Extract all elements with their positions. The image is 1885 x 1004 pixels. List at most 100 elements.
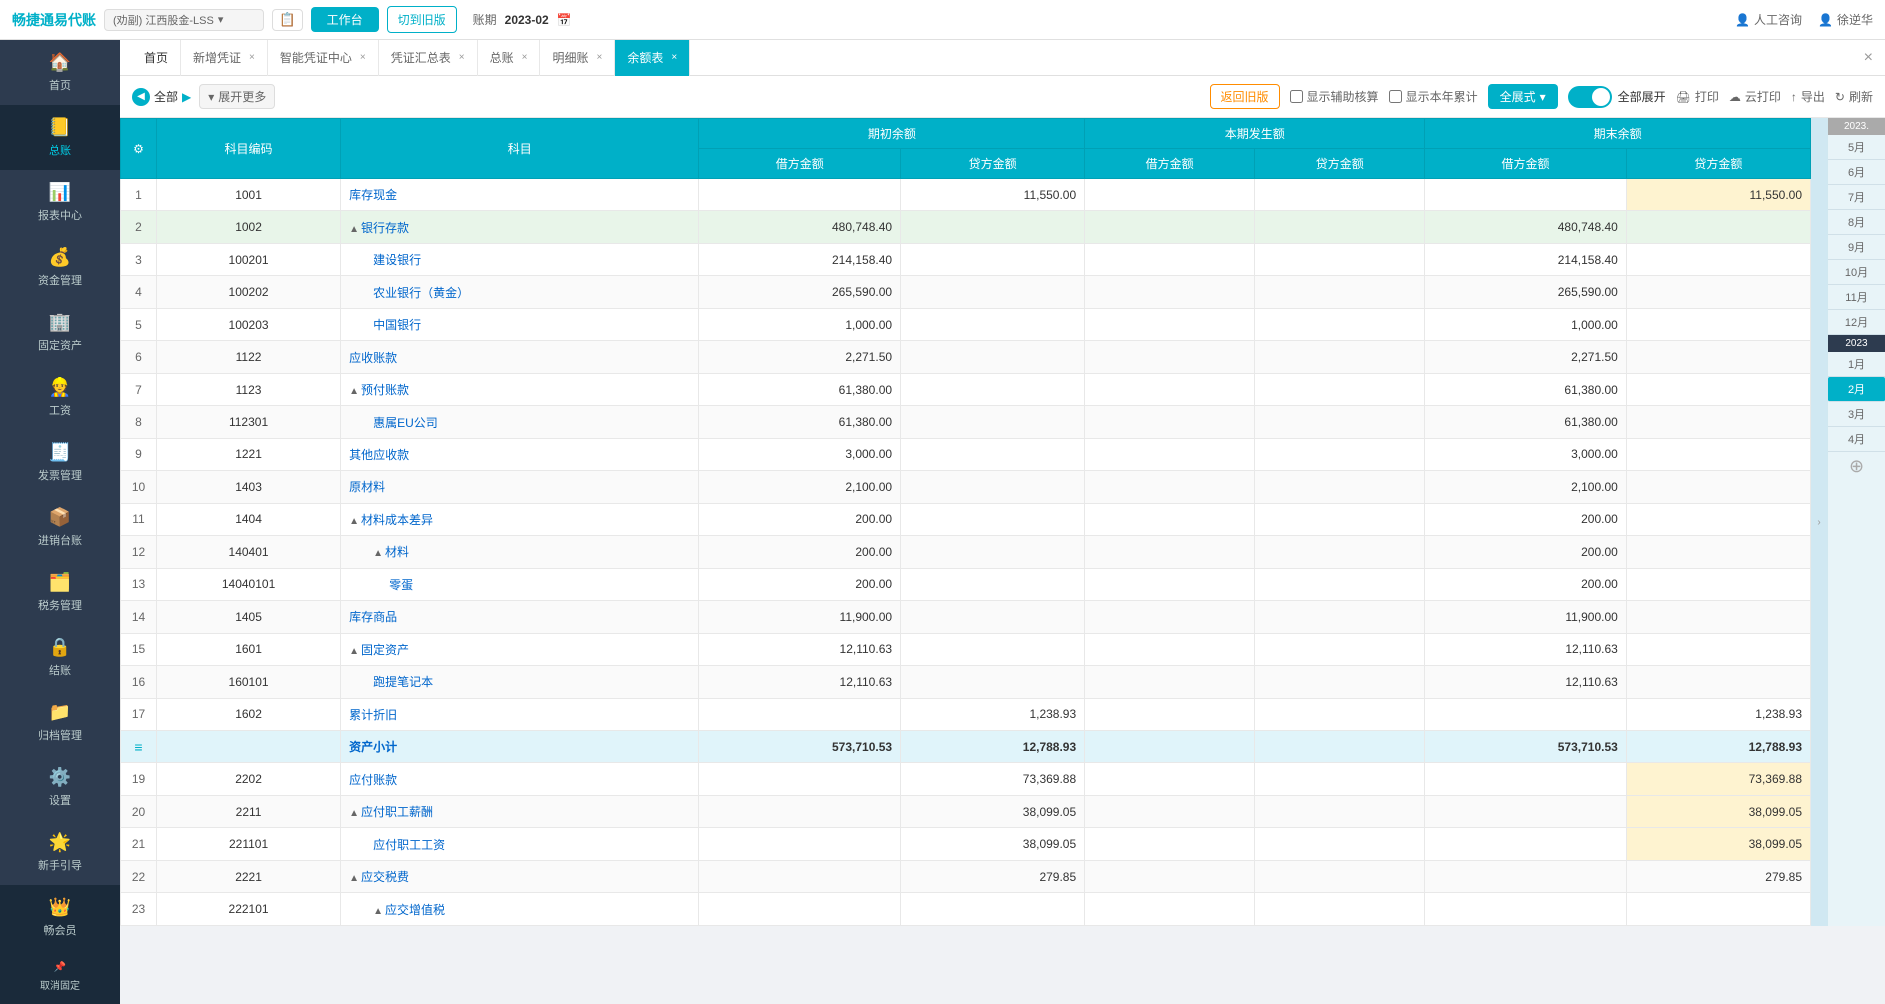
show-ytd-area: 显示本年累计 bbox=[1389, 88, 1478, 105]
row-name[interactable]: ▲应交税费 bbox=[341, 860, 699, 892]
tab-balance-sheet[interactable]: 余额表 × bbox=[615, 40, 690, 76]
month-2[interactable]: 2月 bbox=[1828, 377, 1885, 402]
row-opening-credit bbox=[901, 341, 1085, 373]
tab-close-voucher-summary[interactable]: × bbox=[459, 52, 465, 63]
row-name[interactable]: 应付账款 bbox=[341, 763, 699, 795]
row-opening-debit: 61,380.00 bbox=[699, 406, 901, 438]
refresh-button[interactable]: ↻ 刷新 bbox=[1835, 88, 1873, 105]
tab-add-voucher[interactable]: 新增凭证 × bbox=[181, 40, 268, 76]
copy-button[interactable]: 📋 bbox=[272, 9, 303, 31]
row-closing-debit: 12,110.63 bbox=[1425, 633, 1627, 665]
row-name[interactable]: 其他应收款 bbox=[341, 438, 699, 470]
sidebar-item-reports[interactable]: 📊 报表中心 bbox=[0, 170, 120, 235]
tab-home[interactable]: 首页 bbox=[132, 40, 181, 76]
main-close-button[interactable]: × bbox=[1864, 49, 1873, 67]
switch-version-button[interactable]: 切到旧版 bbox=[387, 6, 457, 33]
expand-all-toggle[interactable] bbox=[1568, 86, 1612, 108]
row-name[interactable]: ▲应付职工薪酬 bbox=[341, 795, 699, 827]
sidebar-item-guide[interactable]: 🌟 新手引导 bbox=[0, 820, 120, 885]
export-button[interactable]: ↑ 导出 bbox=[1791, 88, 1825, 105]
sidebar-item-purchase[interactable]: 📦 进销台账 bbox=[0, 495, 120, 560]
show-ytd-checkbox[interactable] bbox=[1389, 90, 1402, 103]
row-current-credit bbox=[1255, 536, 1425, 568]
row-opening-debit: 12,110.63 bbox=[699, 633, 901, 665]
sidebar-item-archive[interactable]: 📁 归档管理 bbox=[0, 690, 120, 755]
sidebar-item-home[interactable]: 🏠 首页 bbox=[0, 40, 120, 105]
row-opening-credit: 12,788.93 bbox=[901, 730, 1085, 762]
month-11[interactable]: 11月 bbox=[1828, 285, 1885, 310]
table-wrapper[interactable]: ⚙ 科目编码 科目 期初余额 本期发生额 期末余额 借方金额 贷方金额 借方金额… bbox=[120, 118, 1811, 926]
sidebar-item-settings[interactable]: ⚙️ 设置 bbox=[0, 755, 120, 820]
cloud-print-button[interactable]: ☁ 云打印 bbox=[1729, 88, 1781, 105]
sidebar-item-payroll[interactable]: 👷 工资 bbox=[0, 365, 120, 430]
row-code: 2211 bbox=[157, 795, 341, 827]
row-name[interactable]: ▲预付账款 bbox=[341, 373, 699, 405]
month-5[interactable]: 5月 bbox=[1828, 135, 1885, 160]
header-closing-debit: 借方金额 bbox=[1425, 149, 1627, 179]
company-selector[interactable]: (劝副) 江西股金-LSS ▾ bbox=[104, 9, 264, 31]
sidebar-item-funds[interactable]: 💰 资金管理 bbox=[0, 235, 120, 300]
month-10[interactable]: 10月 bbox=[1828, 260, 1885, 285]
full-mode-button[interactable]: 全展式 ▾ bbox=[1488, 84, 1558, 109]
row-name[interactable]: 库存商品 bbox=[341, 601, 699, 633]
month-9[interactable]: 9月 bbox=[1828, 235, 1885, 260]
expand-more-button[interactable]: ▾ 展开更多 bbox=[199, 84, 275, 109]
period-value: 2023-02 bbox=[505, 13, 549, 27]
sidebar-item-invoice[interactable]: 🧾 发票管理 bbox=[0, 430, 120, 495]
tab-close-detail-ledger[interactable]: × bbox=[596, 52, 602, 63]
add-period-button[interactable]: ⊕ bbox=[1828, 452, 1885, 481]
breadcrumb-icon: ◀ bbox=[132, 88, 150, 106]
sidebar-item-assets[interactable]: 🏢 固定资产 bbox=[0, 300, 120, 365]
show-auxiliary-checkbox[interactable] bbox=[1290, 90, 1303, 103]
month-1[interactable]: 1月 bbox=[1828, 352, 1885, 377]
tab-voucher-summary[interactable]: 凭证汇总表 × bbox=[379, 40, 478, 76]
row-name[interactable]: 原材料 bbox=[341, 471, 699, 503]
month-7[interactable]: 7月 bbox=[1828, 185, 1885, 210]
month-8[interactable]: 8月 bbox=[1828, 210, 1885, 235]
row-name[interactable]: ▲银行存款 bbox=[341, 211, 699, 243]
voucher-summary-label: 凭证汇总表 bbox=[391, 49, 451, 66]
tab-close-ledger[interactable]: × bbox=[522, 52, 528, 63]
sidebar-item-tax[interactable]: 🗂️ 税务管理 bbox=[0, 560, 120, 625]
month-3[interactable]: 3月 bbox=[1828, 402, 1885, 427]
year-label-2023-prev: 2023. bbox=[1828, 118, 1885, 135]
user-menu[interactable]: 👤 徐逆华 bbox=[1818, 11, 1873, 28]
table-row: 11001库存现金11,550.0011,550.00 bbox=[121, 179, 1811, 211]
row-code: 1123 bbox=[157, 373, 341, 405]
tab-close-balance-sheet[interactable]: × bbox=[671, 52, 677, 63]
table-row: 91221其他应收款3,000.003,000.00 bbox=[121, 438, 1811, 470]
row-name[interactable]: 应收账款 bbox=[341, 341, 699, 373]
service-button[interactable]: 👤 人工咨询 bbox=[1735, 11, 1802, 28]
row-closing-debit: 61,380.00 bbox=[1425, 373, 1627, 405]
row-number: 21 bbox=[121, 828, 157, 860]
tab-close-smart-voucher[interactable]: × bbox=[360, 52, 366, 63]
row-closing-credit: 73,369.88 bbox=[1626, 763, 1810, 795]
tab-detail-ledger[interactable]: 明细账 × bbox=[540, 40, 615, 76]
month-12[interactable]: 12月 bbox=[1828, 310, 1885, 335]
tab-close-add-voucher[interactable]: × bbox=[249, 52, 255, 63]
month-4[interactable]: 4月 bbox=[1828, 427, 1885, 452]
row-name: ▲材料 bbox=[341, 536, 699, 568]
row-name[interactable]: ▲固定资产 bbox=[341, 633, 699, 665]
payroll-icon: 👷 bbox=[49, 377, 71, 398]
row-current-debit bbox=[1085, 536, 1255, 568]
tab-ledger[interactable]: 总账 × bbox=[478, 40, 541, 76]
return-old-button[interactable]: 返回旧版 bbox=[1210, 84, 1280, 109]
sidebar-item-member[interactable]: 👑 畅会员 bbox=[0, 885, 120, 950]
month-6[interactable]: 6月 bbox=[1828, 160, 1885, 185]
row-name[interactable]: ▲材料成本差异 bbox=[341, 503, 699, 535]
ledger-icon: 📒 bbox=[49, 117, 71, 138]
row-name[interactable]: 库存现金 bbox=[341, 179, 699, 211]
dropdown-icon: ▾ bbox=[218, 13, 224, 26]
print-button[interactable]: 🖨 打印 bbox=[1676, 88, 1719, 105]
sidebar-item-closing[interactable]: 🔒 结账 bbox=[0, 625, 120, 690]
row-name: 资产小计 bbox=[341, 730, 699, 762]
workbench-button[interactable]: 工作台 bbox=[311, 7, 379, 32]
export-label: 导出 bbox=[1801, 88, 1825, 105]
row-number: 12 bbox=[121, 536, 157, 568]
sidebar-item-unfix[interactable]: 📌 取消固定 bbox=[0, 950, 120, 1004]
tab-smart-voucher[interactable]: 智能凭证中心 × bbox=[268, 40, 379, 76]
sidebar-item-ledger[interactable]: 📒 总账 bbox=[0, 105, 120, 170]
row-name[interactable]: 累计折旧 bbox=[341, 698, 699, 730]
right-sidebar-toggle[interactable]: › bbox=[1811, 118, 1827, 926]
